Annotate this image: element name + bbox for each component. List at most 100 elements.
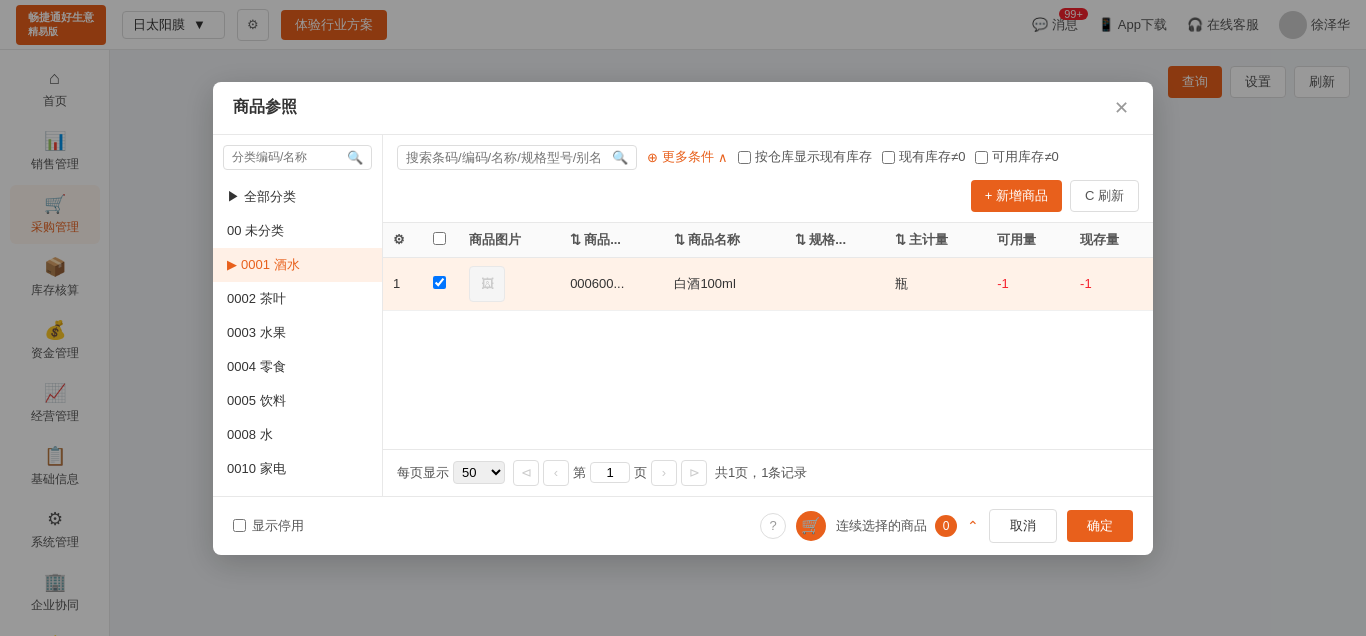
- help-button[interactable]: ?: [760, 513, 786, 539]
- product-reference-modal: 商品参照 ✕ 《 🔍 ▶ 全部分类 00 未分类: [213, 82, 1153, 555]
- count-value: 0: [943, 519, 950, 533]
- available-stock-label: 可用库存≠0: [992, 148, 1058, 166]
- modal-title: 商品参照: [233, 97, 297, 118]
- category-item-0003[interactable]: 0003 水果: [213, 316, 382, 350]
- product-table: ⚙ 商品图片 ⇅ 商品...: [383, 223, 1153, 311]
- page-label: 第: [573, 464, 586, 482]
- category-item-0010[interactable]: 0010 家电: [213, 452, 382, 486]
- selected-label: 连续选择的商品: [836, 517, 927, 535]
- product-table-wrap: ⚙ 商品图片 ⇅ 商品...: [383, 223, 1153, 449]
- confirm-button[interactable]: 确定: [1067, 510, 1133, 542]
- available-stock-checkbox[interactable]: [975, 151, 988, 164]
- category-search: 🔍: [223, 145, 372, 170]
- warehouse-checkbox-group: 按仓库显示现有库存: [738, 148, 872, 166]
- warehouse-label: 按仓库显示现有库存: [755, 148, 872, 166]
- category-item-0008[interactable]: 0008 水: [213, 418, 382, 452]
- cat-label-0003: 0003 水果: [227, 324, 286, 342]
- selected-count-badge: 0: [935, 515, 957, 537]
- category-item-00[interactable]: 00 未分类: [213, 214, 382, 248]
- modal-footer: 显示停用 ? 🛒 连续选择的商品 0 ⌃ 取消 确定: [213, 496, 1153, 555]
- th-spec[interactable]: ⇅ 规格...: [785, 223, 885, 258]
- row-select-checkbox[interactable]: [433, 276, 446, 289]
- th-image: 商品图片: [459, 223, 560, 258]
- th-name-label: 商品名称: [688, 231, 740, 249]
- product-search-input[interactable]: [406, 150, 606, 165]
- th-available-label: 可用量: [997, 232, 1036, 247]
- cart-button[interactable]: 🛒: [796, 511, 826, 541]
- cat-label-0008: 0008 水: [227, 426, 273, 444]
- row-unit: 瓶: [885, 257, 988, 310]
- cat-label-0002: 0002 茶叶: [227, 290, 286, 308]
- filter-icon: ⊕: [647, 150, 658, 165]
- cat-label-0010: 0010 家电: [227, 460, 286, 478]
- sort-icon-unit: ⇅: [895, 232, 906, 247]
- footer-right: ? 🛒 连续选择的商品 0 ⌃ 取消 确定: [760, 509, 1133, 543]
- category-search-icon[interactable]: 🔍: [347, 150, 363, 165]
- th-code[interactable]: ⇅ 商品...: [560, 223, 664, 258]
- prev-page-button[interactable]: ‹: [543, 460, 569, 486]
- product-search-box: 🔍: [397, 145, 637, 170]
- category-item-0005[interactable]: 0005 饮料: [213, 384, 382, 418]
- cat-code-00: 00 未分类: [227, 222, 284, 240]
- filter-chevron-icon: ∧: [718, 150, 728, 165]
- last-page-button[interactable]: ⊳: [681, 460, 707, 486]
- table-row[interactable]: 1 🖼 000600... 白酒100ml 瓶: [383, 257, 1153, 310]
- cat-label-0005: 0005 饮料: [227, 392, 286, 410]
- cancel-button[interactable]: 取消: [989, 509, 1057, 543]
- show-disabled-label: 显示停用: [252, 517, 304, 535]
- filter-label: 更多条件: [662, 148, 714, 166]
- th-settings[interactable]: ⚙: [383, 223, 423, 258]
- sort-icon: ⇅: [570, 232, 581, 247]
- th-stock: 现存量: [1070, 223, 1153, 258]
- sort-icon-spec: ⇅: [795, 232, 806, 247]
- row-image: 🖼: [459, 257, 560, 310]
- category-item-0004[interactable]: 0004 零食: [213, 350, 382, 384]
- collapse-footer-button[interactable]: ⌃: [967, 518, 979, 534]
- add-product-button[interactable]: + 新增商品: [971, 180, 1062, 212]
- row-checkbox[interactable]: [423, 257, 459, 310]
- first-page-button[interactable]: ⊲: [513, 460, 539, 486]
- next-page-button[interactable]: ›: [651, 460, 677, 486]
- th-stock-label: 现存量: [1080, 232, 1119, 247]
- refresh-button[interactable]: C 刷新: [1070, 180, 1139, 212]
- warehouse-checkbox[interactable]: [738, 151, 751, 164]
- page-summary: 共1页，1条记录: [715, 464, 807, 482]
- row-code: 000600...: [560, 257, 664, 310]
- category-all[interactable]: ▶ 全部分类: [213, 180, 382, 214]
- th-checkbox[interactable]: [423, 223, 459, 258]
- more-filters-button[interactable]: ⊕ 更多条件 ∧: [647, 148, 728, 166]
- th-spec-label: 规格...: [809, 231, 846, 249]
- product-search-icon[interactable]: 🔍: [612, 150, 628, 165]
- pagination: 每页显示 10 20 50 100 ⊲ ‹ 第 页: [383, 449, 1153, 496]
- all-categories-label: ▶ 全部分类: [227, 188, 296, 206]
- right-panel: 🔍 ⊕ 更多条件 ∧ 按仓库显示现有库存 现有库存≠0: [383, 135, 1153, 496]
- category-search-input[interactable]: [232, 150, 347, 164]
- th-name[interactable]: ⇅ 商品名称: [664, 223, 785, 258]
- cat-arrow-0001: ▶: [227, 257, 237, 272]
- modal-header: 商品参照 ✕: [213, 82, 1153, 135]
- th-available: 可用量: [987, 223, 1070, 258]
- per-page-dropdown[interactable]: 10 20 50 100: [453, 461, 505, 484]
- per-page-select: 每页显示 10 20 50 100: [397, 461, 505, 484]
- cat-label-0001: 0001 酒水: [241, 256, 300, 274]
- row-spec: [785, 257, 885, 310]
- available-stock-checkbox-group: 可用库存≠0: [975, 148, 1058, 166]
- page-number-input[interactable]: [590, 462, 630, 483]
- existing-stock-checkbox[interactable]: [882, 151, 895, 164]
- row-name: 白酒100ml: [664, 257, 785, 310]
- row-stock: -1: [1070, 257, 1153, 310]
- modal-body: 《 🔍 ▶ 全部分类 00 未分类 ▶ 0001 酒水 0002 茶叶: [213, 135, 1153, 496]
- category-item-0001[interactable]: ▶ 0001 酒水: [213, 248, 382, 282]
- category-sidebar: 《 🔍 ▶ 全部分类 00 未分类 ▶ 0001 酒水 0002 茶叶: [213, 135, 383, 496]
- select-all-checkbox[interactable]: [433, 232, 446, 245]
- th-image-label: 商品图片: [469, 232, 521, 247]
- sort-icon-name: ⇅: [674, 232, 685, 247]
- modal-close-button[interactable]: ✕: [1109, 96, 1133, 120]
- show-disabled-checkbox[interactable]: [233, 519, 246, 532]
- collapse-sidebar-button[interactable]: 《: [382, 175, 383, 211]
- show-disabled-group: 显示停用: [233, 517, 304, 535]
- selected-count: 连续选择的商品 0: [836, 515, 957, 537]
- category-item-0002[interactable]: 0002 茶叶: [213, 282, 382, 316]
- row-available: -1: [987, 257, 1070, 310]
- th-unit[interactable]: ⇅ 主计量: [885, 223, 988, 258]
